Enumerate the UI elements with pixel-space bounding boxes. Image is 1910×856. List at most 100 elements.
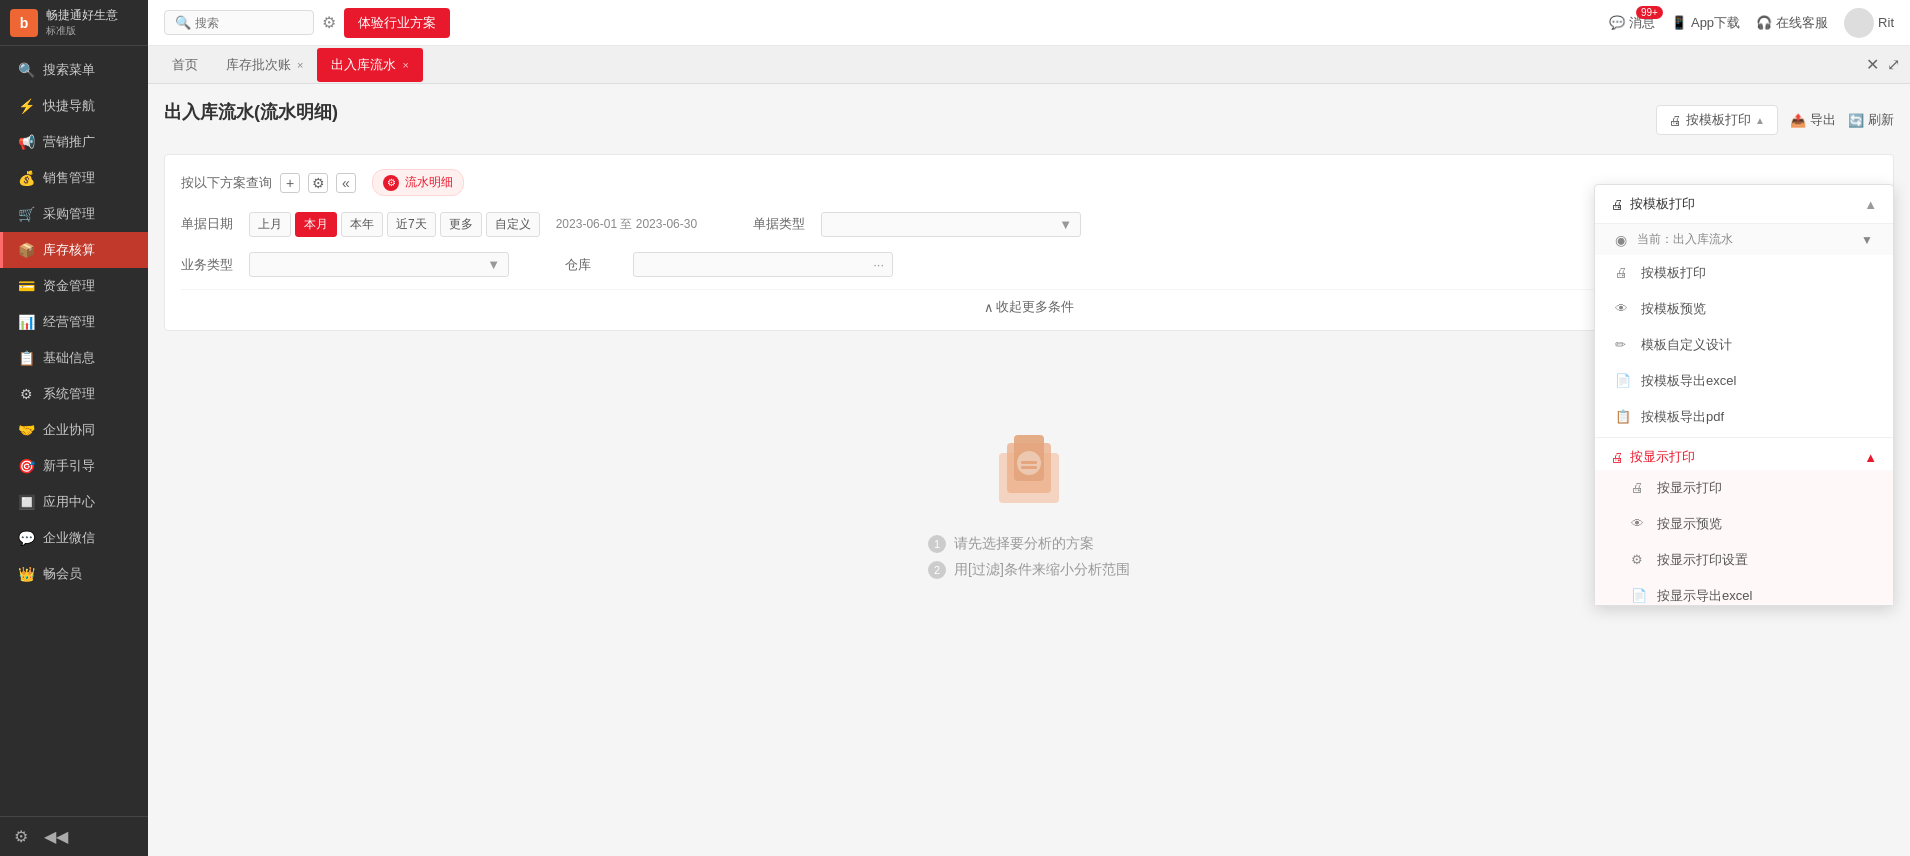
nav-icon-finance: 💳 bbox=[17, 277, 35, 295]
date-field: 单据日期 上月本月本年近7天更多自定义 2023-06-01 至 2023-06… bbox=[181, 212, 697, 237]
sidebar-item-finance[interactable]: 💳 资金管理 bbox=[0, 268, 148, 304]
footer-settings-icon[interactable]: ⚙ bbox=[14, 827, 28, 846]
dp-title-area: 🖨 按模板打印 bbox=[1611, 195, 1695, 213]
nav-label-search: 搜索菜单 bbox=[43, 61, 95, 79]
dropdown-panel: 🖨 按模板打印 ▲ ◉ 当前：出入库流水 ▼ 🖨 按模板打印 bbox=[1594, 184, 1894, 606]
export-btn[interactable]: 📤 导出 bbox=[1790, 111, 1836, 129]
dp-display-item-label-display_preview: 按显示预览 bbox=[1657, 515, 1722, 533]
export-icon: 📤 bbox=[1790, 113, 1806, 128]
refresh-btn[interactable]: 🔄 刷新 bbox=[1848, 111, 1894, 129]
nav-label-operation: 经营管理 bbox=[43, 313, 95, 331]
sidebar-item-system[interactable]: ⚙ 系统管理 bbox=[0, 376, 148, 412]
print-dropdown-btn[interactable]: 🖨 按模板打印 ▲ bbox=[1656, 105, 1778, 135]
nav-icon-app-center: 🔲 bbox=[17, 493, 35, 511]
sidebar-item-purchase[interactable]: 🛒 采购管理 bbox=[0, 196, 148, 232]
nav-label-guide: 新手引导 bbox=[43, 457, 95, 475]
sidebar-item-guide[interactable]: 🎯 新手引导 bbox=[0, 448, 148, 484]
dp-display-item-display_print_settings[interactable]: ⚙ 按显示打印设置 bbox=[1595, 542, 1893, 578]
nav-label-purchase: 采购管理 bbox=[43, 205, 95, 223]
empty-step-1: 1 请先选择要分析的方案 bbox=[928, 535, 1130, 553]
trial-btn[interactable]: 体验行业方案 bbox=[344, 8, 450, 38]
message-badge: 99+ bbox=[1636, 6, 1663, 19]
collapse-more-btn[interactable]: ∧ 收起更多条件 bbox=[984, 298, 1074, 316]
sidebar-item-basic[interactable]: 📋 基础信息 bbox=[0, 340, 148, 376]
dp-display-icon: 🖨 bbox=[1611, 450, 1624, 465]
sidebar-nav: 🔍 搜索菜单 ⚡ 快捷导航 📢 营销推广 💰 销售管理 🛒 采购管理 📦 库存核… bbox=[0, 46, 148, 816]
sidebar-item-inventory[interactable]: 📦 库存核算 bbox=[0, 232, 148, 268]
dp-item-template_export_pdf[interactable]: 📋 按模板导出pdf bbox=[1595, 399, 1893, 435]
tab-expand-btn[interactable]: ⤢ bbox=[1887, 55, 1900, 74]
sidebar-item-wecom[interactable]: 💬 企业微信 bbox=[0, 520, 148, 556]
footer-collapse-icon[interactable]: ◀◀ bbox=[44, 827, 68, 846]
filter-collapse-btn[interactable]: « bbox=[336, 173, 356, 193]
tab-bar-right: ✕ ⤢ bbox=[1866, 55, 1900, 74]
main-area: 🔍 ⚙ 体验行业方案 💬 消息 99+ 📱 App下载 🎧 在 bbox=[148, 0, 1910, 856]
dp-item-template_custom[interactable]: ✏ 模板自定义设计 bbox=[1595, 327, 1893, 363]
dp-item-label-template_export_excel: 按模板导出excel bbox=[1641, 372, 1736, 390]
export-label: 导出 bbox=[1810, 111, 1836, 129]
customer-service-btn[interactable]: 🎧 在线客服 bbox=[1756, 14, 1828, 32]
nav-icon-sales: 💰 bbox=[17, 169, 35, 187]
tab-flow[interactable]: 出入库流水× bbox=[317, 48, 422, 82]
sidebar-item-operation[interactable]: 📊 经营管理 bbox=[0, 304, 148, 340]
tab-label-home: 首页 bbox=[172, 56, 198, 74]
add-filter-btn[interactable]: + bbox=[280, 173, 300, 193]
nav-icon-wecom: 💬 bbox=[17, 529, 35, 547]
dp-item-template_print[interactable]: 🖨 按模板打印 bbox=[1595, 255, 1893, 291]
date-btn-current_year[interactable]: 本年 bbox=[341, 212, 383, 237]
tab-close-flow[interactable]: × bbox=[402, 59, 408, 71]
sidebar-item-sales[interactable]: 💰 销售管理 bbox=[0, 160, 148, 196]
top-search-input[interactable] bbox=[195, 16, 295, 30]
dp-display-item-label-display_export_excel: 按显示导出excel bbox=[1657, 587, 1752, 605]
app-download-btn[interactable]: 📱 App下载 bbox=[1671, 14, 1740, 32]
sidebar-item-marketing[interactable]: 📢 营销推广 bbox=[0, 124, 148, 160]
nav-label-wecom: 企业微信 bbox=[43, 529, 95, 547]
business-type-select[interactable]: ▼ bbox=[249, 252, 509, 277]
top-bar: 🔍 ⚙ 体验行业方案 💬 消息 99+ 📱 App下载 🎧 在 bbox=[148, 0, 1910, 46]
sidebar-item-search[interactable]: 🔍 搜索菜单 bbox=[0, 52, 148, 88]
nav-icon-basic: 📋 bbox=[17, 349, 35, 367]
sidebar-item-enterprise[interactable]: 🤝 企业协同 bbox=[0, 412, 148, 448]
filter-settings-btn[interactable]: ⚙ bbox=[308, 173, 328, 193]
tab-close-batch[interactable]: × bbox=[297, 59, 303, 71]
date-btn-last7[interactable]: 近7天 bbox=[387, 212, 436, 237]
search-icon: 🔍 bbox=[175, 15, 191, 30]
dp-current-chevron: ▼ bbox=[1861, 233, 1873, 247]
filter-tag-icon: ⚙ bbox=[383, 175, 399, 191]
date-btn-custom[interactable]: 自定义 bbox=[486, 212, 540, 237]
dp-display-item-label-display_print: 按显示打印 bbox=[1657, 479, 1722, 497]
dp-display-section-header[interactable]: 🖨 按显示打印 ▲ bbox=[1595, 440, 1893, 470]
brand-name: 畅捷通好生意 标准版 bbox=[46, 8, 118, 37]
dp-display-item-display_print[interactable]: 🖨 按显示打印 bbox=[1595, 470, 1893, 506]
dp-chevron-up: ▲ bbox=[1864, 197, 1877, 212]
app-logo: b bbox=[10, 9, 38, 37]
sidebar-item-app-center[interactable]: 🔲 应用中心 bbox=[0, 484, 148, 520]
warehouse-select[interactable]: ··· bbox=[633, 252, 893, 277]
tab-batch[interactable]: 库存批次账× bbox=[212, 48, 317, 82]
dp-item-template_export_excel[interactable]: 📄 按模板导出excel bbox=[1595, 363, 1893, 399]
dp-item-template_preview[interactable]: 👁 按模板预览 bbox=[1595, 291, 1893, 327]
top-search-box[interactable]: 🔍 bbox=[164, 10, 314, 35]
tab-close-btn[interactable]: ✕ bbox=[1866, 55, 1879, 74]
date-btn-more[interactable]: 更多 bbox=[440, 212, 482, 237]
bill-type-select[interactable]: ▼ bbox=[821, 212, 1081, 237]
dp-item-icon-template_export_pdf: 📋 bbox=[1615, 409, 1631, 425]
dp-display-item-display_export_excel[interactable]: 📄 按显示导出excel bbox=[1595, 578, 1893, 605]
sidebar-header: b 畅捷通好生意 标准版 bbox=[0, 0, 148, 46]
nav-label-inventory: 库存核算 bbox=[43, 241, 95, 259]
user-avatar-area[interactable]: Rit bbox=[1844, 8, 1894, 38]
tab-home[interactable]: 首页 bbox=[158, 48, 212, 82]
settings-icon[interactable]: ⚙ bbox=[322, 13, 336, 32]
sidebar-item-member[interactable]: 👑 畅会员 bbox=[0, 556, 148, 592]
dp-display-item-display_preview[interactable]: 👁 按显示预览 bbox=[1595, 506, 1893, 542]
dp-item-label-template_export_pdf: 按模板导出pdf bbox=[1641, 408, 1724, 426]
filter-tag-flow[interactable]: ⚙ 流水明细 bbox=[372, 169, 464, 196]
message-btn[interactable]: 💬 消息 99+ bbox=[1609, 14, 1655, 32]
warehouse-field: 仓库 ··· bbox=[565, 252, 893, 277]
date-btn-last_month[interactable]: 上月 bbox=[249, 212, 291, 237]
date-btn-current_month[interactable]: 本月 bbox=[295, 212, 337, 237]
dp-display-item-icon-display_export_excel: 📄 bbox=[1631, 588, 1647, 604]
sidebar-item-quick-nav[interactable]: ⚡ 快捷导航 bbox=[0, 88, 148, 124]
dp-divider-1 bbox=[1595, 437, 1893, 438]
tab-bar: 首页库存批次账×出入库流水× ✕ ⤢ bbox=[148, 46, 1910, 84]
